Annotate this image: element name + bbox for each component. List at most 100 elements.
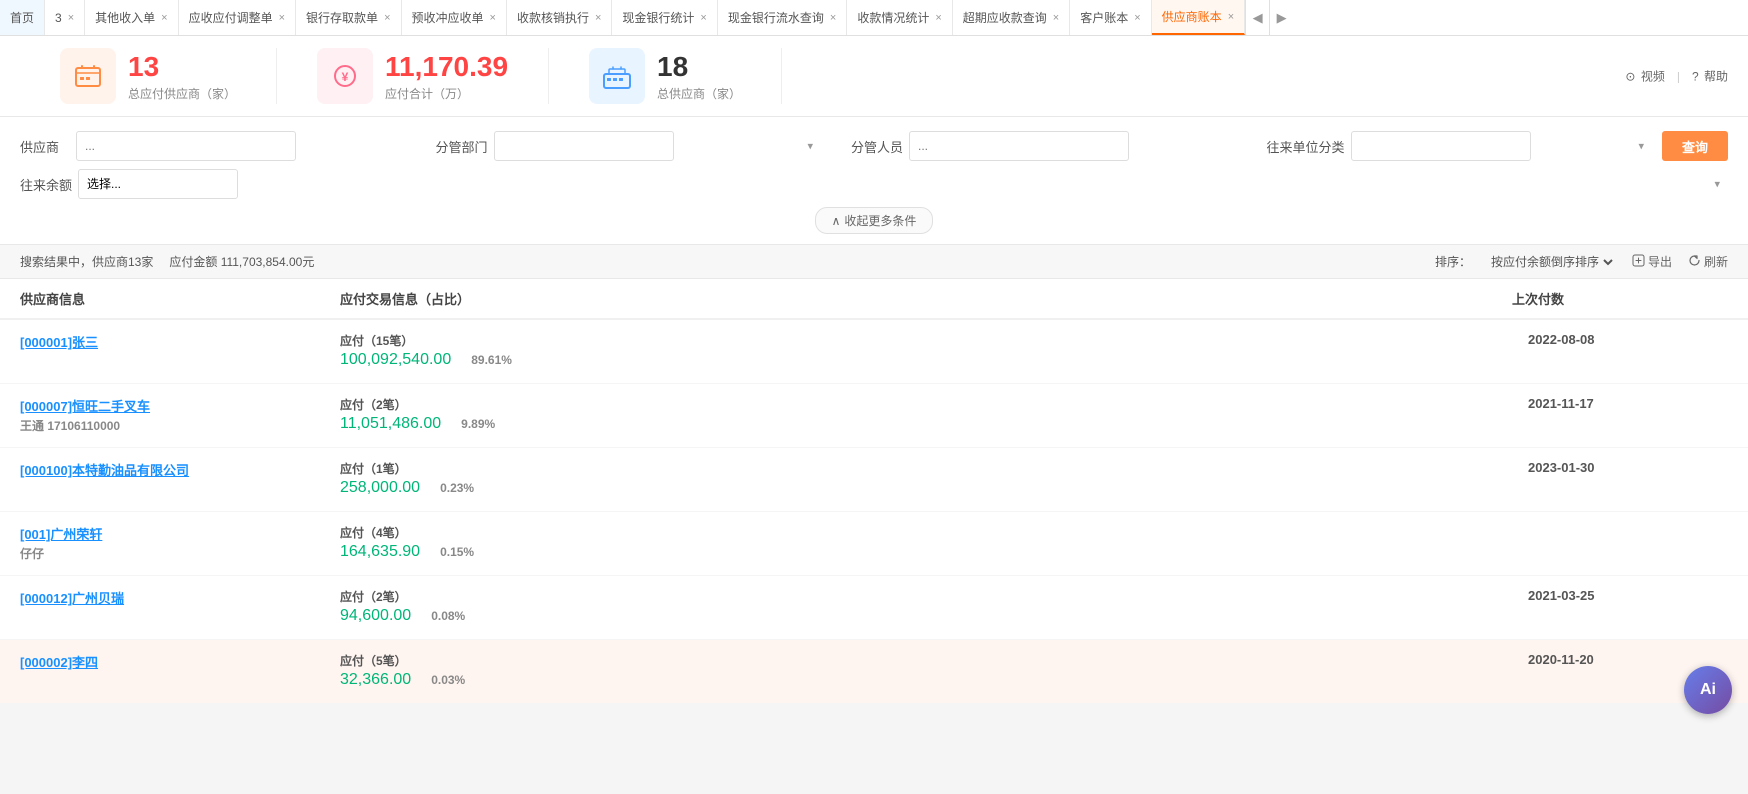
refresh-button[interactable]: 刷新 <box>1688 253 1728 270</box>
lastpay-cell: 2021-03-25 <box>1528 588 1728 603</box>
nav-tab-label: 首页 <box>10 9 34 26</box>
nav-tab-3[interactable]: 3 × <box>45 0 85 35</box>
supplier-link[interactable]: [000001]张三 <box>20 335 98 350</box>
tx-amount-link[interactable]: 258,000.00 <box>340 479 420 497</box>
dept-select[interactable] <box>494 131 674 161</box>
nav-tab-cash-bank-flow[interactable]: 现金银行流水查询 × <box>718 0 847 35</box>
collapse-button[interactable]: ∧ 收起更多条件 <box>815 207 934 234</box>
nav-tab-label: 应收应付调整单 <box>189 9 273 26</box>
close-icon[interactable]: × <box>700 12 706 24</box>
nav-tab-other-income[interactable]: 其他收入单 × <box>85 0 178 35</box>
ap-total-num: 11,170.39 <box>385 51 508 83</box>
lastpay-cell: 2021-11-17 <box>1528 396 1728 411</box>
tx-label: 应付（2笔） <box>340 588 1528 605</box>
balance-select[interactable]: 选择... <box>78 169 238 199</box>
tx-percent: 9.89% <box>461 417 495 431</box>
sort-select[interactable]: 按应付余额倒序排序 <box>1487 254 1616 270</box>
search-row-2: 往来余额 选择... <box>20 169 1728 199</box>
close-icon[interactable]: × <box>1228 11 1234 23</box>
video-icon: ⊙ <box>1625 70 1635 84</box>
supplier-sub: 仔仔 <box>20 545 340 562</box>
query-button[interactable]: 查询 <box>1662 131 1728 161</box>
help-video-btn[interactable]: ⊙ 视频 <box>1625 68 1664 85</box>
result-info: 搜索结果中，供应商13家 应付金额 111,703,854.00元 <box>20 253 314 270</box>
nav-tab-supplier-account[interactable]: 供应商账本 × <box>1152 0 1245 35</box>
dept-select-wrapper <box>494 131 821 161</box>
supplier-input[interactable] <box>76 131 296 161</box>
help-icon: ? <box>1692 70 1699 84</box>
nav-tab-label: 收款核销执行 <box>517 9 589 26</box>
help-text-btn[interactable]: ? 帮助 <box>1692 68 1728 85</box>
tx-amount-link[interactable]: 164,635.90 <box>340 543 420 561</box>
unit-category-select-wrapper <box>1351 131 1652 161</box>
nav-tab-collection-stats[interactable]: 收款情况统计 × <box>847 0 952 35</box>
tx-label: 应付（4笔） <box>340 524 1528 541</box>
total-suppliers-icon <box>589 48 645 104</box>
nav-tab-payment-verify[interactable]: 收款核销执行 × <box>507 0 612 35</box>
close-icon[interactable]: × <box>279 12 285 24</box>
tx-percent: 0.08% <box>431 609 465 623</box>
close-icon[interactable]: × <box>161 12 167 24</box>
col-supplier-header: 供应商信息 <box>20 289 340 308</box>
nav-tab-advance-offset[interactable]: 预收冲应收单 × <box>402 0 507 35</box>
person-input[interactable] <box>909 131 1129 161</box>
supplier-link[interactable]: [000002]李四 <box>20 655 98 670</box>
nav-prev-arrow[interactable]: ◀ <box>1245 0 1269 36</box>
close-icon[interactable]: × <box>935 12 941 24</box>
supplier-field: 供应商 <box>20 131 406 161</box>
unit-category-select[interactable] <box>1351 131 1531 161</box>
nav-tab-overdue-query[interactable]: 超期应收款查询 × <box>953 0 1070 35</box>
supplier-label: 供应商 <box>20 137 70 156</box>
tx-amount-link[interactable]: 11,051,486.00 <box>340 415 441 433</box>
tx-amount-link[interactable]: 100,092,540.00 <box>340 351 451 369</box>
nav-tab-bank-deposit[interactable]: 银行存取款单 × <box>296 0 401 35</box>
supplier-link[interactable]: [000012]广州贝瑞 <box>20 591 124 606</box>
nav-tab-customer-account[interactable]: 客户账本 × <box>1070 0 1151 35</box>
transaction-cell: 应付（2笔） 11,051,486.00 9.89% <box>340 396 1528 435</box>
balance-select-wrapper: 选择... <box>78 169 1728 199</box>
refresh-icon <box>1688 254 1701 270</box>
nav-tab-ap-adjust[interactable]: 应收应付调整单 × <box>179 0 296 35</box>
transaction-cell: 应付（5笔） 32,366.00 0.03% <box>340 652 1528 691</box>
result-bar: 搜索结果中，供应商13家 应付金额 111,703,854.00元 排序： 按应… <box>0 245 1748 279</box>
supplier-link[interactable]: [001]广州荣轩 <box>20 527 102 542</box>
tx-percent: 0.15% <box>440 545 474 559</box>
tx-percent: 0.23% <box>440 481 474 495</box>
supplier-link[interactable]: [000100]本特勤油品有限公司 <box>20 463 189 478</box>
nav-tab-cash-bank-stats[interactable]: 现金银行统计 × <box>612 0 717 35</box>
refresh-label: 刷新 <box>1704 253 1728 270</box>
ai-button[interactable]: Ai <box>1684 666 1732 714</box>
close-icon[interactable]: × <box>384 12 390 24</box>
close-icon[interactable]: × <box>830 12 836 24</box>
supplier-link[interactable]: [000007]恒旺二手叉车 <box>20 399 150 414</box>
tx-amount-link[interactable]: 94,600.00 <box>340 607 411 625</box>
ap-total-text: 11,170.39 应付合计（万） <box>385 51 508 102</box>
close-icon[interactable]: × <box>595 12 601 24</box>
dept-field: 分管部门 <box>436 131 822 161</box>
result-actions: 排序： 按应付余额倒序排序 导出 刷新 <box>1435 253 1728 270</box>
nav-tab-label: 收款情况统计 <box>857 9 929 26</box>
supplier-info-cell: [001]广州荣轩 仔仔 <box>20 524 340 562</box>
lastpay-cell: 2020-11-20 <box>1528 652 1728 667</box>
result-supplier-count: 搜索结果中，供应商13家 <box>20 253 153 270</box>
table-body: [000001]张三 应付（15笔） 100,092,540.00 89.61%… <box>0 320 1748 704</box>
tx-amount-link[interactable]: 32,366.00 <box>340 671 411 689</box>
close-icon[interactable]: × <box>68 12 74 24</box>
nav-next-arrow[interactable]: ▶ <box>1269 0 1293 36</box>
last-pay-date: 2021-11-17 <box>1528 396 1594 411</box>
person-field: 分管人员 <box>851 131 1237 161</box>
close-icon[interactable]: × <box>490 12 496 24</box>
table-row: [000012]广州贝瑞 应付（2笔） 94,600.00 0.08% 2021… <box>0 576 1748 640</box>
tx-percent: 89.61% <box>471 353 512 367</box>
payable-suppliers-text: 13 总应付供应商（家） <box>128 51 236 102</box>
export-label: 导出 <box>1648 253 1672 270</box>
search-area: 供应商 分管部门 分管人员 往来单位分类 查询 <box>0 117 1748 245</box>
transaction-cell: 应付（4笔） 164,635.90 0.15% <box>340 524 1528 563</box>
export-button[interactable]: 导出 <box>1632 253 1672 270</box>
close-icon[interactable]: × <box>1134 12 1140 24</box>
nav-tab-home[interactable]: 首页 <box>0 0 45 35</box>
nav-tab-label: 其他收入单 <box>95 9 155 26</box>
close-icon[interactable]: × <box>1053 12 1059 24</box>
table-row: [000100]本特勤油品有限公司 应付（1笔） 258,000.00 0.23… <box>0 448 1748 512</box>
total-suppliers-text: 18 总供应商（家） <box>657 51 741 102</box>
